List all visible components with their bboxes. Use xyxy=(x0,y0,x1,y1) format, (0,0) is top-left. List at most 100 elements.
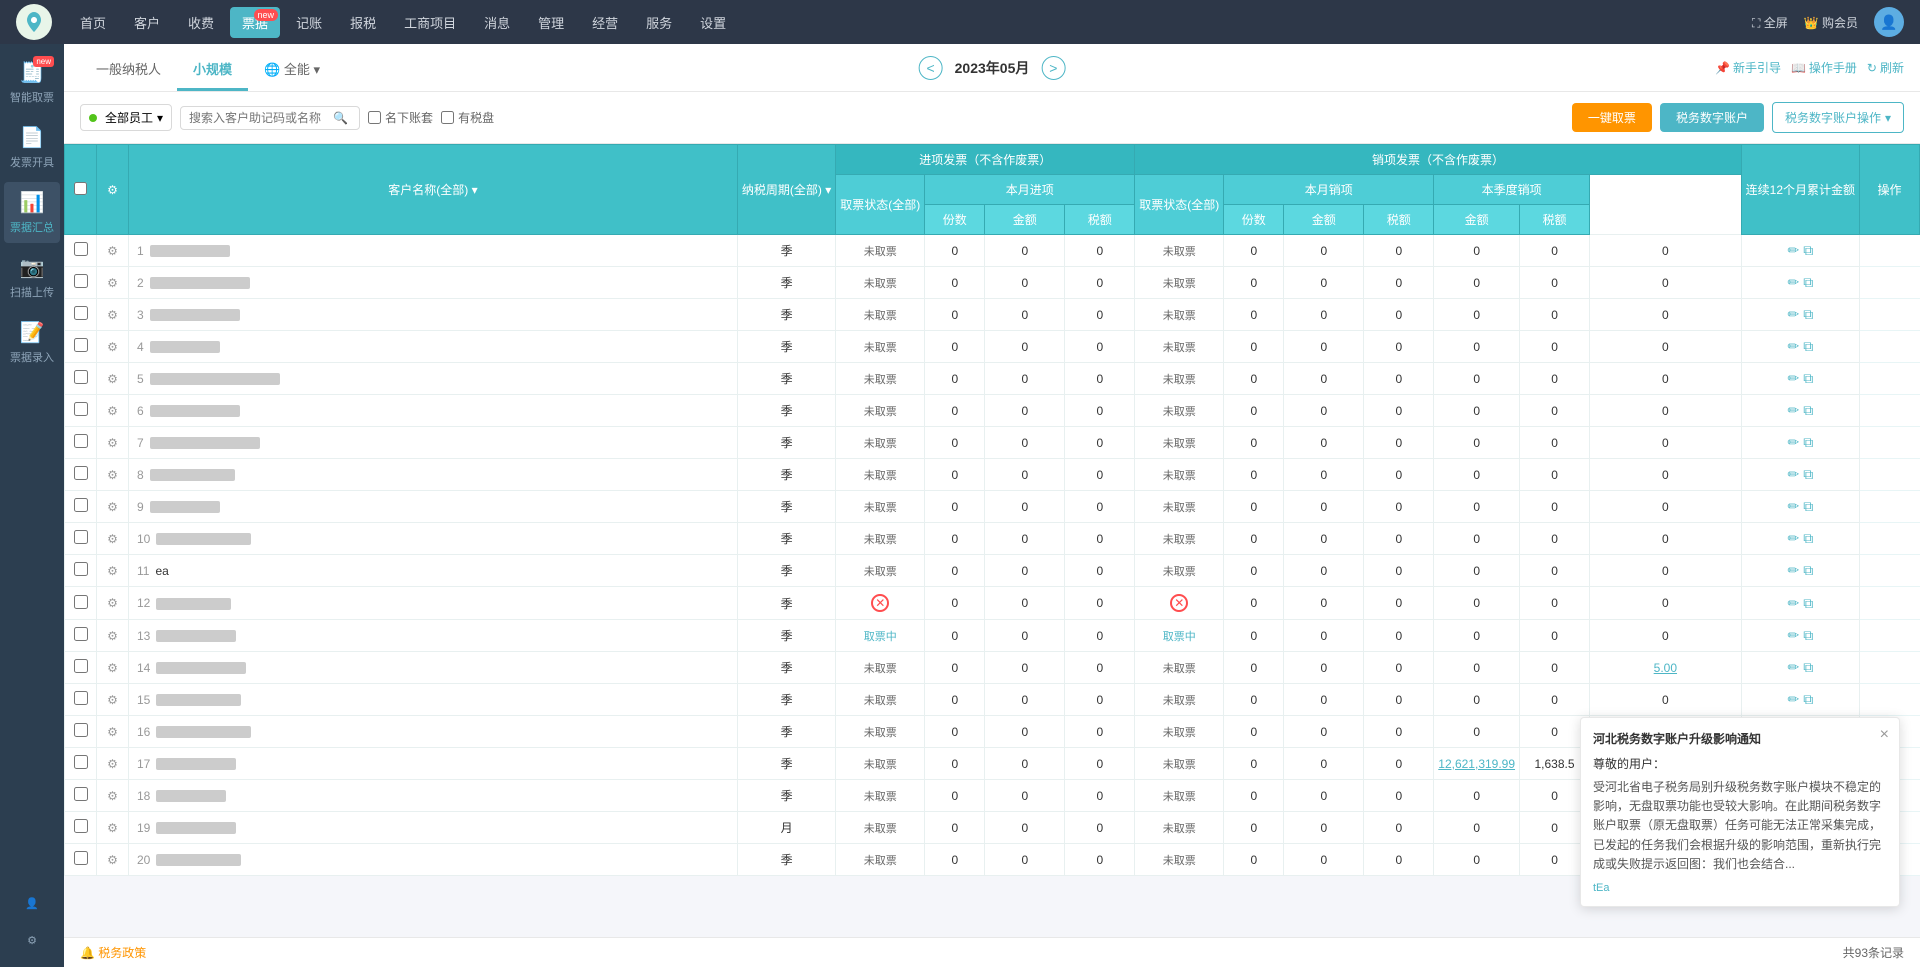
row-checkbox[interactable] xyxy=(74,595,88,609)
row-setting-icon[interactable]: ⚙ xyxy=(107,340,118,354)
th-in-status[interactable]: 取票状态(全部) xyxy=(836,175,925,235)
row-setting-icon[interactable]: ⚙ xyxy=(107,789,118,803)
row-checkbox[interactable] xyxy=(74,627,88,641)
policy-link[interactable]: 🔔 税务政策 xyxy=(80,944,146,961)
tab-all[interactable]: 🌐 全能 ▾ xyxy=(248,49,336,91)
edit-btn[interactable]: ✏ xyxy=(1787,498,1799,514)
sidebar-bottom-settings[interactable]: ⚙ xyxy=(4,926,60,955)
row-checkbox[interactable] xyxy=(74,691,88,705)
sidebar-item-summary[interactable]: 📊 票据汇总 xyxy=(4,182,60,243)
row-checkbox[interactable] xyxy=(74,723,88,737)
tab-general[interactable]: 一般纳税人 xyxy=(80,49,177,91)
row-checkbox[interactable] xyxy=(74,466,88,480)
sidebar-item-scan[interactable]: 📷 扫描上传 xyxy=(4,247,60,308)
copy-btn[interactable]: ⧉ xyxy=(1803,562,1813,578)
row-checkbox[interactable] xyxy=(74,306,88,320)
row-setting-icon[interactable]: ⚙ xyxy=(107,532,118,546)
nav-business[interactable]: 工商项目 xyxy=(392,7,468,38)
row-setting-icon[interactable]: ⚙ xyxy=(107,757,118,771)
edit-btn[interactable]: ✏ xyxy=(1787,562,1799,578)
edit-btn[interactable]: ✏ xyxy=(1787,691,1799,707)
tax-digital-ops-btn[interactable]: 税务数字账户操作 ▾ xyxy=(1772,102,1904,133)
copy-btn[interactable]: ⧉ xyxy=(1803,627,1813,643)
row-setting-icon[interactable]: ⚙ xyxy=(107,500,118,514)
row-setting-icon[interactable]: ⚙ xyxy=(107,404,118,418)
select-all-checkbox[interactable] xyxy=(74,182,87,195)
new-guide-btn[interactable]: 📌 新手引导 xyxy=(1715,59,1781,76)
edit-btn[interactable]: ✏ xyxy=(1787,466,1799,482)
row-setting-icon[interactable]: ⚙ xyxy=(107,436,118,450)
edit-btn[interactable]: ✏ xyxy=(1787,338,1799,354)
nav-fee[interactable]: 收费 xyxy=(176,7,226,38)
manual-btn[interactable]: 📖 操作手册 xyxy=(1791,59,1857,76)
notification-close-btn[interactable]: × xyxy=(1880,726,1889,744)
nav-client[interactable]: 客户 xyxy=(122,7,172,38)
row-checkbox[interactable] xyxy=(74,530,88,544)
copy-btn[interactable]: ⧉ xyxy=(1803,274,1813,290)
nav-manage[interactable]: 管理 xyxy=(526,7,576,38)
row-checkbox[interactable] xyxy=(74,498,88,512)
copy-btn[interactable]: ⧉ xyxy=(1803,530,1813,546)
nav-message[interactable]: 消息 xyxy=(472,7,522,38)
date-prev-btn[interactable]: < xyxy=(919,56,943,80)
row-checkbox[interactable] xyxy=(74,562,88,576)
row-checkbox[interactable] xyxy=(74,370,88,384)
user-avatar[interactable]: 👤 xyxy=(1874,7,1904,37)
edit-btn[interactable]: ✏ xyxy=(1787,627,1799,643)
edit-btn[interactable]: ✏ xyxy=(1787,274,1799,290)
th-period[interactable]: 纳税周期(全部) ▾ xyxy=(737,145,835,235)
refresh-btn[interactable]: ↻ 刷新 xyxy=(1867,59,1904,76)
row-checkbox[interactable] xyxy=(74,242,88,256)
edit-btn[interactable]: ✏ xyxy=(1787,659,1799,675)
row-checkbox[interactable] xyxy=(74,338,88,352)
nav-operate[interactable]: 经营 xyxy=(580,7,630,38)
copy-btn[interactable]: ⧉ xyxy=(1803,498,1813,514)
tax-digital-account-btn[interactable]: 税务数字账户 xyxy=(1660,103,1764,132)
copy-btn[interactable]: ⧉ xyxy=(1803,659,1813,675)
search-icon[interactable]: 🔍 xyxy=(333,111,348,125)
under-account-filter[interactable]: 名下账套 xyxy=(368,109,433,126)
th-client-name[interactable]: 客户名称(全部) ▾ xyxy=(129,145,738,235)
row-setting-icon[interactable]: ⚙ xyxy=(107,468,118,482)
row-setting-icon[interactable]: ⚙ xyxy=(107,821,118,835)
row-setting-icon[interactable]: ⚙ xyxy=(107,629,118,643)
row-checkbox[interactable] xyxy=(74,755,88,769)
th-out-status[interactable]: 取票状态(全部) xyxy=(1135,175,1224,235)
row-checkbox[interactable] xyxy=(74,819,88,833)
copy-btn[interactable]: ⧉ xyxy=(1803,370,1813,386)
under-account-checkbox[interactable] xyxy=(368,111,381,124)
nav-settings[interactable]: 设置 xyxy=(688,7,738,38)
accum-amount-link[interactable]: 12,621,319.99 xyxy=(1438,757,1515,771)
row-setting-icon[interactable]: ⚙ xyxy=(107,596,118,610)
year-accum-link[interactable]: 5.00 xyxy=(1654,661,1677,675)
copy-btn[interactable]: ⧉ xyxy=(1803,466,1813,482)
copy-btn[interactable]: ⧉ xyxy=(1803,434,1813,450)
row-setting-icon[interactable]: ⚙ xyxy=(107,661,118,675)
sidebar-bottom-user[interactable]: 👤 xyxy=(4,889,60,918)
edit-btn[interactable]: ✏ xyxy=(1787,242,1799,258)
copy-btn[interactable]: ⧉ xyxy=(1803,306,1813,322)
nav-invoice[interactable]: 票据 new xyxy=(230,7,280,38)
vip-btn[interactable]: 👑 购会员 xyxy=(1804,14,1858,31)
row-setting-icon[interactable]: ⚙ xyxy=(107,564,118,578)
row-setting-icon[interactable]: ⚙ xyxy=(107,276,118,290)
copy-btn[interactable]: ⧉ xyxy=(1803,595,1813,611)
edit-btn[interactable]: ✏ xyxy=(1787,370,1799,386)
row-checkbox[interactable] xyxy=(74,274,88,288)
row-setting-icon[interactable]: ⚙ xyxy=(107,372,118,386)
search-input[interactable] xyxy=(189,111,329,125)
sidebar-item-entry[interactable]: 📝 票据录入 xyxy=(4,312,60,373)
sidebar-item-smart-invoice[interactable]: 🧾 智能取票 new xyxy=(4,52,60,113)
nav-home[interactable]: 首页 xyxy=(68,7,118,38)
employee-select[interactable]: 全部员工 ▾ xyxy=(80,104,172,131)
nav-tax[interactable]: 报税 xyxy=(338,7,388,38)
edit-btn[interactable]: ✏ xyxy=(1787,402,1799,418)
edit-btn[interactable]: ✏ xyxy=(1787,306,1799,322)
nav-bookkeep[interactable]: 记账 xyxy=(284,7,334,38)
tab-small[interactable]: 小规模 xyxy=(177,49,248,91)
row-setting-icon[interactable]: ⚙ xyxy=(107,725,118,739)
edit-btn[interactable]: ✏ xyxy=(1787,434,1799,450)
row-setting-icon[interactable]: ⚙ xyxy=(107,244,118,258)
fullscreen-btn[interactable]: ⛶ 全屏 xyxy=(1752,14,1788,31)
copy-btn[interactable]: ⧉ xyxy=(1803,691,1813,707)
